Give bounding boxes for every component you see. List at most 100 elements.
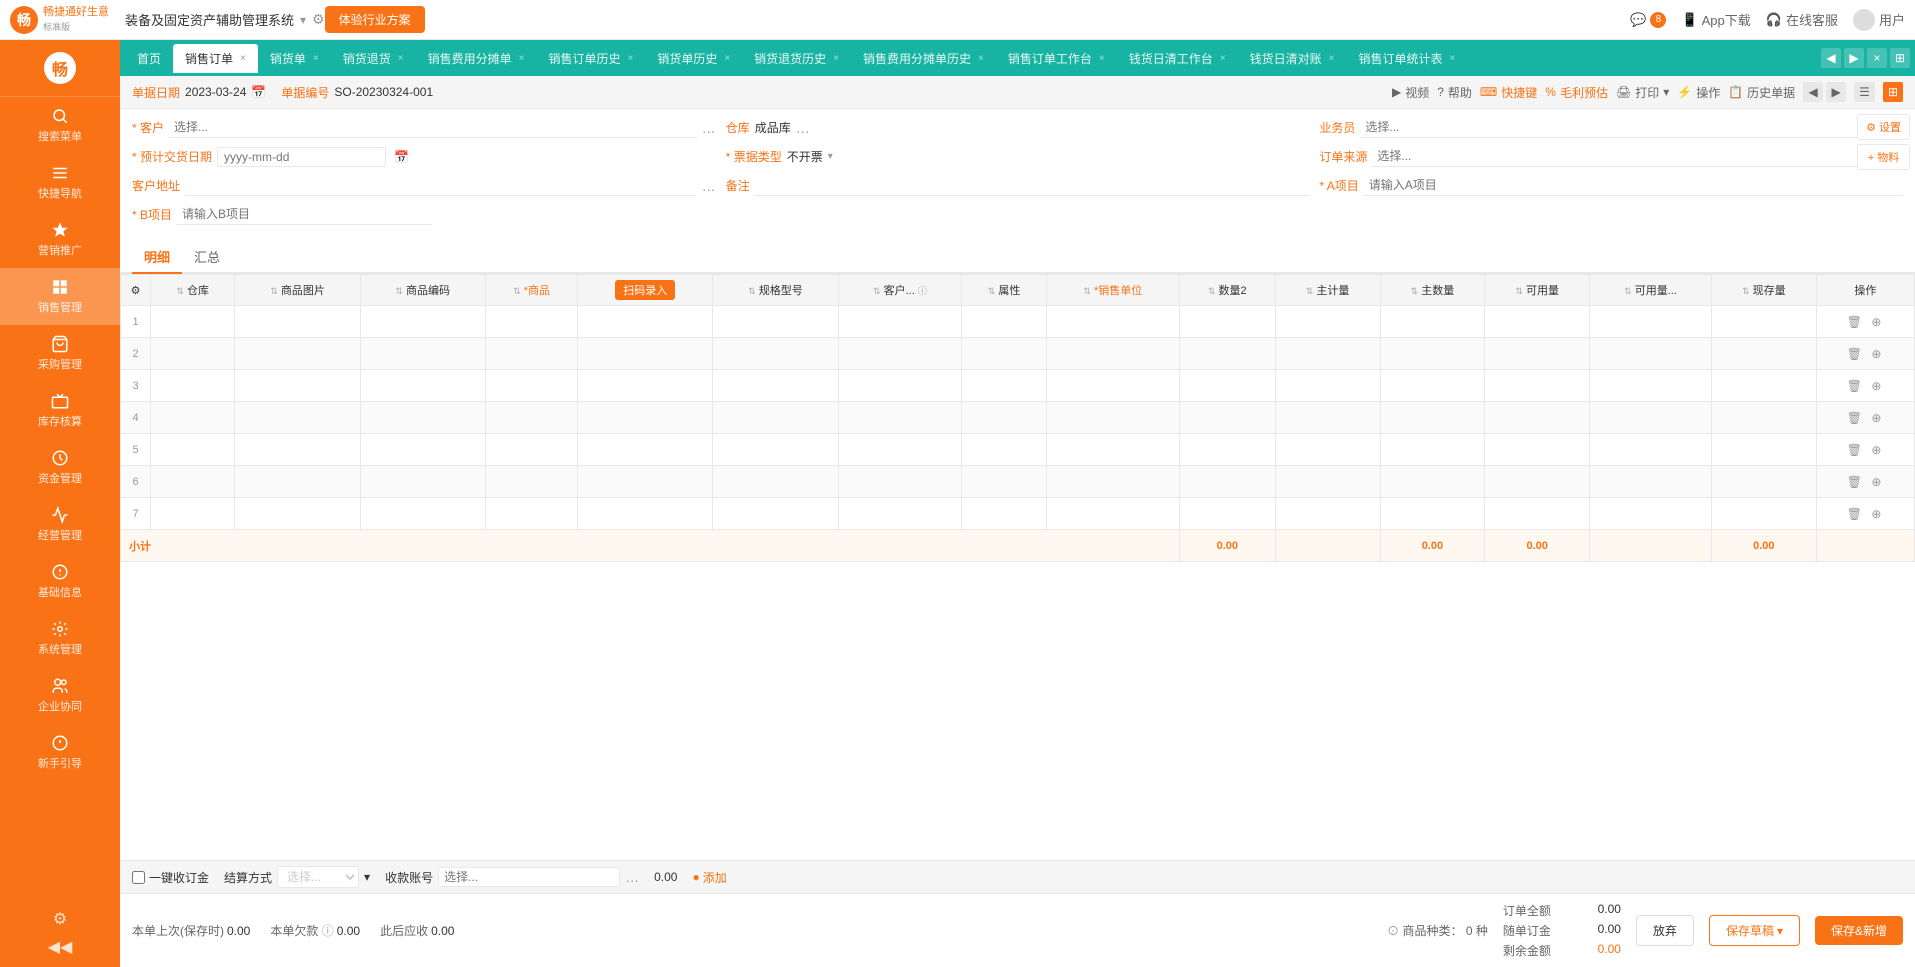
row-4-stock[interactable] [1711, 402, 1816, 434]
row-2-customer-code[interactable] [838, 338, 962, 370]
row-1-customer-code[interactable] [838, 306, 962, 338]
sidebar-item-guide[interactable]: 新手引导 [0, 724, 120, 781]
sidebar-item-marketing[interactable]: 营销推广 [0, 211, 120, 268]
table-scroll[interactable]: ⚙ ⇅ 仓库 ⇅ 商品图片 ⇅ 商品编码 ⇅ *商品 扫码录入 ⇅ 规格型号 ⇅… [120, 274, 1915, 860]
row-3-attr[interactable] [962, 370, 1046, 402]
th-image[interactable]: ⇅ 商品图片 [235, 275, 360, 306]
row-5-qty2[interactable] [1179, 434, 1275, 466]
row-4-code[interactable] [360, 402, 485, 434]
row-6-spec[interactable] [713, 466, 838, 498]
tab-close-invoice-history[interactable]: × [724, 53, 730, 64]
row-2-qty2[interactable] [1179, 338, 1275, 370]
sidebar-settings-icon[interactable]: ⚙ [53, 909, 67, 929]
tab-return-history[interactable]: 销货退货历史 × [742, 44, 851, 73]
row-4-main-unit[interactable] [1275, 402, 1380, 434]
sidebar-item-info[interactable]: 基础信息 [0, 553, 120, 610]
toolbar-prev-btn[interactable]: ◀ [1803, 82, 1823, 102]
row-7-main-unit[interactable] [1275, 498, 1380, 530]
row-2-product[interactable] [485, 338, 577, 370]
row-4-copy-icon[interactable]: ⊕ [1867, 409, 1885, 427]
row-5-spec[interactable] [713, 434, 838, 466]
row-7-unit[interactable] [1046, 498, 1179, 530]
row-3-main-unit[interactable] [1275, 370, 1380, 402]
sidebar-item-nav[interactable]: 快捷导航 [0, 154, 120, 211]
row-4-spec[interactable] [713, 402, 838, 434]
sidebar-item-inventory[interactable]: 库存核算 [0, 382, 120, 439]
row-2-copy-icon[interactable]: ⊕ [1867, 345, 1885, 363]
view-btn[interactable]: ▶ 视频 [1392, 84, 1429, 101]
tab-close-order-workbench[interactable]: × [1099, 53, 1105, 64]
row-1-spec[interactable] [713, 306, 838, 338]
sidebar-item-finance[interactable]: 资金管理 [0, 439, 120, 496]
row-6-code[interactable] [360, 466, 485, 498]
tab-sales-invoice[interactable]: 销货单 × [258, 44, 331, 73]
row-7-customer-code[interactable] [838, 498, 962, 530]
row-7-delete-icon[interactable]: 🗑 [1845, 505, 1863, 523]
account-input[interactable] [438, 867, 620, 887]
tab-close-return-history[interactable]: × [833, 53, 839, 64]
row-1-main-qty[interactable] [1380, 306, 1485, 338]
th-product-code[interactable]: ⇅ 商品编码 [360, 275, 485, 306]
tab-close-order-history[interactable]: × [627, 53, 633, 64]
row-2-unit[interactable] [1046, 338, 1179, 370]
set-button[interactable]: ⚙ 设置 [1857, 114, 1910, 140]
row-3-stock[interactable] [1711, 370, 1816, 402]
row-7-product[interactable] [485, 498, 577, 530]
row-5-available2[interactable] [1590, 434, 1712, 466]
row-3-unit[interactable] [1046, 370, 1179, 402]
notification-area[interactable]: 💬 8 [1630, 12, 1666, 28]
sidebar-item-purchase[interactable]: 采购管理 [0, 325, 120, 382]
address-expand-icon[interactable]: … [702, 178, 716, 194]
tab-daily-workbench[interactable]: 钱货日清工作台 × [1117, 44, 1238, 73]
row-6-main-unit[interactable] [1275, 466, 1380, 498]
delivery-date-input[interactable] [217, 147, 386, 167]
row-6-unit[interactable] [1046, 466, 1179, 498]
row-3-copy-icon[interactable]: ⊕ [1867, 377, 1885, 395]
row-2-warehouse[interactable] [151, 338, 235, 370]
row-4-delete-icon[interactable]: 🗑 [1845, 409, 1863, 427]
sidebar-item-sales[interactable]: 销售管理 [0, 268, 120, 325]
tab-sales-order[interactable]: 销售订单 × [173, 44, 258, 73]
toolbar-next-btn[interactable]: ▶ [1826, 82, 1846, 102]
row-4-product[interactable] [485, 402, 577, 434]
row-2-main-unit[interactable] [1275, 338, 1380, 370]
row-5-available[interactable] [1485, 434, 1590, 466]
row-2-delete-icon[interactable]: 🗑 [1845, 345, 1863, 363]
row-1-qty2[interactable] [1179, 306, 1275, 338]
customer-expand-icon[interactable]: … [702, 120, 716, 136]
th-available[interactable]: ⇅ 可用量 [1485, 275, 1590, 306]
th-scan[interactable]: 扫码录入 [578, 275, 713, 306]
th-attr[interactable]: ⇅ 属性 [962, 275, 1046, 306]
row-3-warehouse[interactable] [151, 370, 235, 402]
row-2-code[interactable] [360, 338, 485, 370]
th-qty2[interactable]: ⇅ 数量2 [1179, 275, 1275, 306]
toolbar-grid-btn[interactable]: ⊞ [1883, 82, 1903, 102]
th-product[interactable]: ⇅ *商品 [485, 275, 577, 306]
tab-sales-stats[interactable]: 销售订单统计表 × [1346, 44, 1467, 73]
row-5-attr[interactable] [962, 434, 1046, 466]
date-picker-icon[interactable]: 📅 [394, 150, 409, 164]
staff-input[interactable] [1360, 117, 1884, 138]
customer-input[interactable] [169, 117, 697, 138]
calendar-icon[interactable]: 📅 [251, 85, 266, 99]
row-6-copy-icon[interactable]: ⊕ [1867, 473, 1885, 491]
invoice-type-dropdown-icon[interactable]: ▾ [828, 151, 833, 162]
row-1-delete-icon[interactable]: 🗑 [1845, 313, 1863, 331]
tab-sales-return[interactable]: 销货退货 × [331, 44, 416, 73]
save-draft-btn[interactable]: 保存草稿 ▾ [1709, 915, 1800, 946]
account-expand-icon[interactable]: … [625, 869, 639, 885]
tab-summary[interactable]: 汇总 [182, 241, 232, 274]
row-4-available2[interactable] [1590, 402, 1712, 434]
shortcut-btn[interactable]: ⌨ 快捷键 [1480, 84, 1537, 101]
row-4-unit[interactable] [1046, 402, 1179, 434]
sidebar-item-management[interactable]: 经营管理 [0, 496, 120, 553]
user-avatar[interactable]: 用户 [1853, 9, 1905, 31]
tab-close-sales-expense[interactable]: × [519, 53, 525, 64]
row-7-code[interactable] [360, 498, 485, 530]
row-7-main-qty[interactable] [1380, 498, 1485, 530]
settings-icon[interactable]: ⚙ [312, 11, 325, 28]
th-warehouse[interactable]: ⇅ 仓库 [151, 275, 235, 306]
row-1-attr[interactable] [962, 306, 1046, 338]
row-6-main-qty[interactable] [1380, 466, 1485, 498]
tab-detail[interactable]: 明细 [132, 241, 182, 274]
